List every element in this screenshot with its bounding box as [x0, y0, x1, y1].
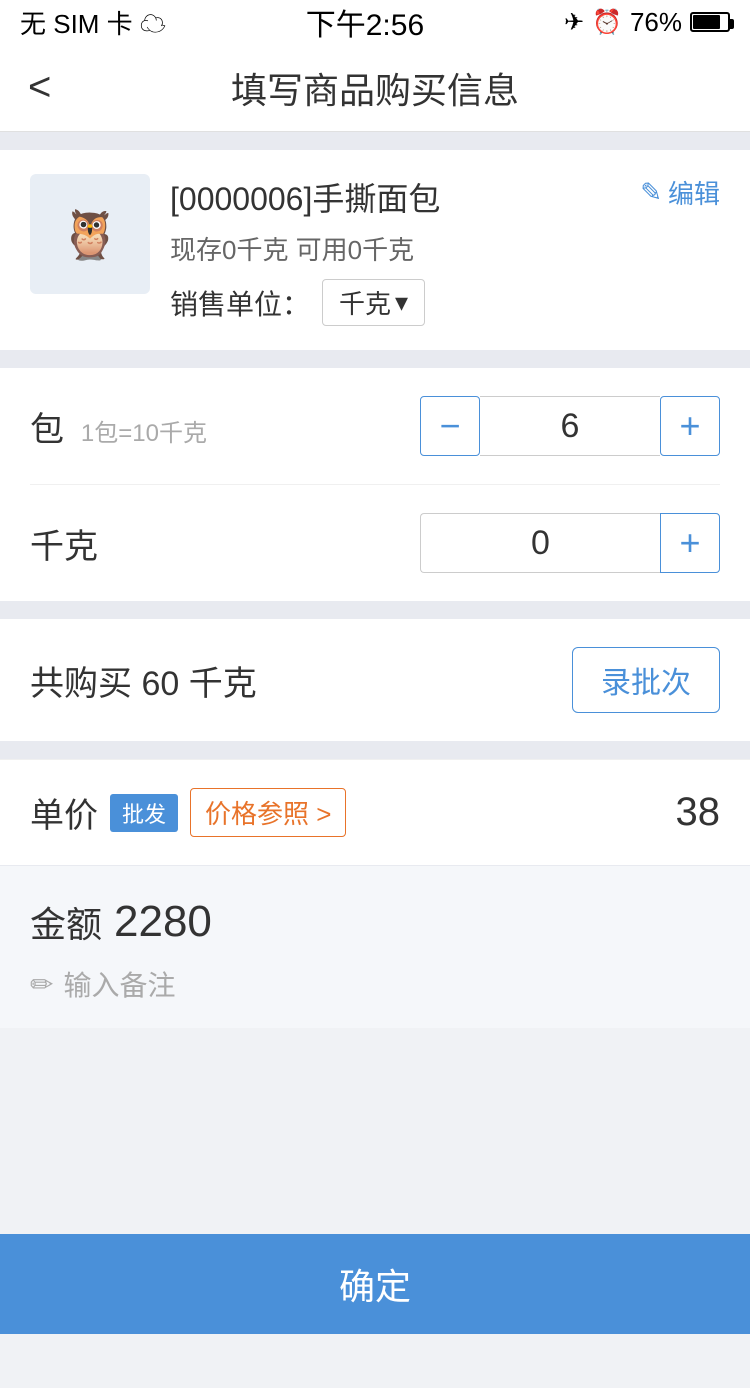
product-unit-row: 销售单位： 千克 ▾ [170, 279, 720, 326]
kg-input[interactable] [420, 513, 660, 573]
kg-input-row: 千克 + [30, 485, 720, 601]
summary-section: 共购买 60 千克 录批次 [0, 619, 750, 741]
batch-button[interactable]: 录批次 [572, 647, 720, 713]
product-logo: 🦉 [60, 206, 120, 263]
location-icon: ✈ [564, 8, 584, 37]
bag-label-group: 包 1包=10千克 [30, 402, 207, 451]
back-button[interactable]: < [28, 65, 51, 110]
input-section: 包 1包=10千克 − + 千克 + [0, 368, 750, 601]
divider-mid3 [0, 741, 750, 759]
kg-label: 千克 [30, 519, 98, 568]
price-ref-button[interactable]: 价格参照 > [190, 788, 346, 837]
remark-row[interactable]: ✏ 输入备注 [30, 964, 720, 1004]
bag-label: 包 [30, 411, 64, 449]
bag-input-row: 包 1包=10千克 − + [30, 368, 720, 485]
edit-icon: ✎ [640, 177, 662, 208]
kg-input-group: + [420, 513, 720, 573]
divider-mid1 [0, 350, 750, 368]
summary-text: 共购买 60 千克 [30, 656, 257, 705]
bag-input[interactable] [480, 396, 660, 456]
amount-label: 金额 [30, 896, 102, 948]
amount-row: 金额 2280 [30, 896, 720, 948]
unit-chevron-icon: ▾ [395, 287, 408, 318]
remark-placeholder: 输入备注 [63, 964, 175, 1004]
price-tag: 批发 [110, 794, 178, 832]
empty-space [0, 1028, 750, 1388]
bag-increment-button[interactable]: + [660, 396, 720, 456]
price-label: 单价 [30, 788, 98, 837]
bag-sublabel: 1包=10千克 [81, 420, 207, 447]
pencil-icon: ✏ [30, 968, 53, 1001]
price-label-row: 单价 批发 价格参照 > [30, 788, 346, 837]
unit-label: 销售单位： [170, 283, 310, 323]
status-left: 无 SIM 卡 ☁ [20, 4, 166, 41]
status-bar: 无 SIM 卡 ☁ 下午2:56 ✈ ⏰ 76% [0, 0, 750, 44]
product-card: 🦉 [0000006]手撕面包 现存0千克 可用0千克 销售单位： 千克 ▾ ✎… [0, 150, 750, 350]
confirm-bar[interactable]: 确定 [0, 1234, 750, 1334]
battery-percentage: 76% [630, 7, 682, 38]
sim-label: 无 SIM 卡 ☁ [20, 4, 166, 41]
price-section: 单价 批发 价格参照 > 38 [0, 759, 750, 865]
nav-bar: < 填写商品购买信息 [0, 44, 750, 132]
bag-decrement-button[interactable]: − [420, 396, 480, 456]
edit-label: 编辑 [668, 174, 720, 211]
unit-value: 千克 [339, 284, 391, 321]
page-title: 填写商品购买信息 [231, 62, 519, 114]
divider-mid2 [0, 601, 750, 619]
product-name: [0000006]手撕面包 [170, 174, 720, 220]
amount-section: 金额 2280 ✏ 输入备注 [0, 865, 750, 1028]
status-time: 下午2:56 [306, 0, 424, 44]
unit-select[interactable]: 千克 ▾ [322, 279, 425, 326]
divider-top [0, 132, 750, 150]
confirm-text: 确定 [339, 1258, 411, 1310]
product-info: [0000006]手撕面包 现存0千克 可用0千克 销售单位： 千克 ▾ [170, 174, 720, 326]
product-thumbnail: 🦉 [30, 174, 150, 294]
price-value: 38 [676, 790, 721, 835]
kg-increment-button[interactable]: + [660, 513, 720, 573]
alarm-icon: ⏰ [592, 8, 622, 37]
product-stock: 现存0千克 可用0千克 [170, 230, 720, 267]
battery-icon [690, 12, 730, 32]
amount-value: 2280 [114, 897, 212, 947]
bag-stepper: − + [420, 396, 720, 456]
edit-button[interactable]: ✎ 编辑 [640, 174, 720, 211]
status-right: ✈ ⏰ 76% [564, 7, 730, 38]
